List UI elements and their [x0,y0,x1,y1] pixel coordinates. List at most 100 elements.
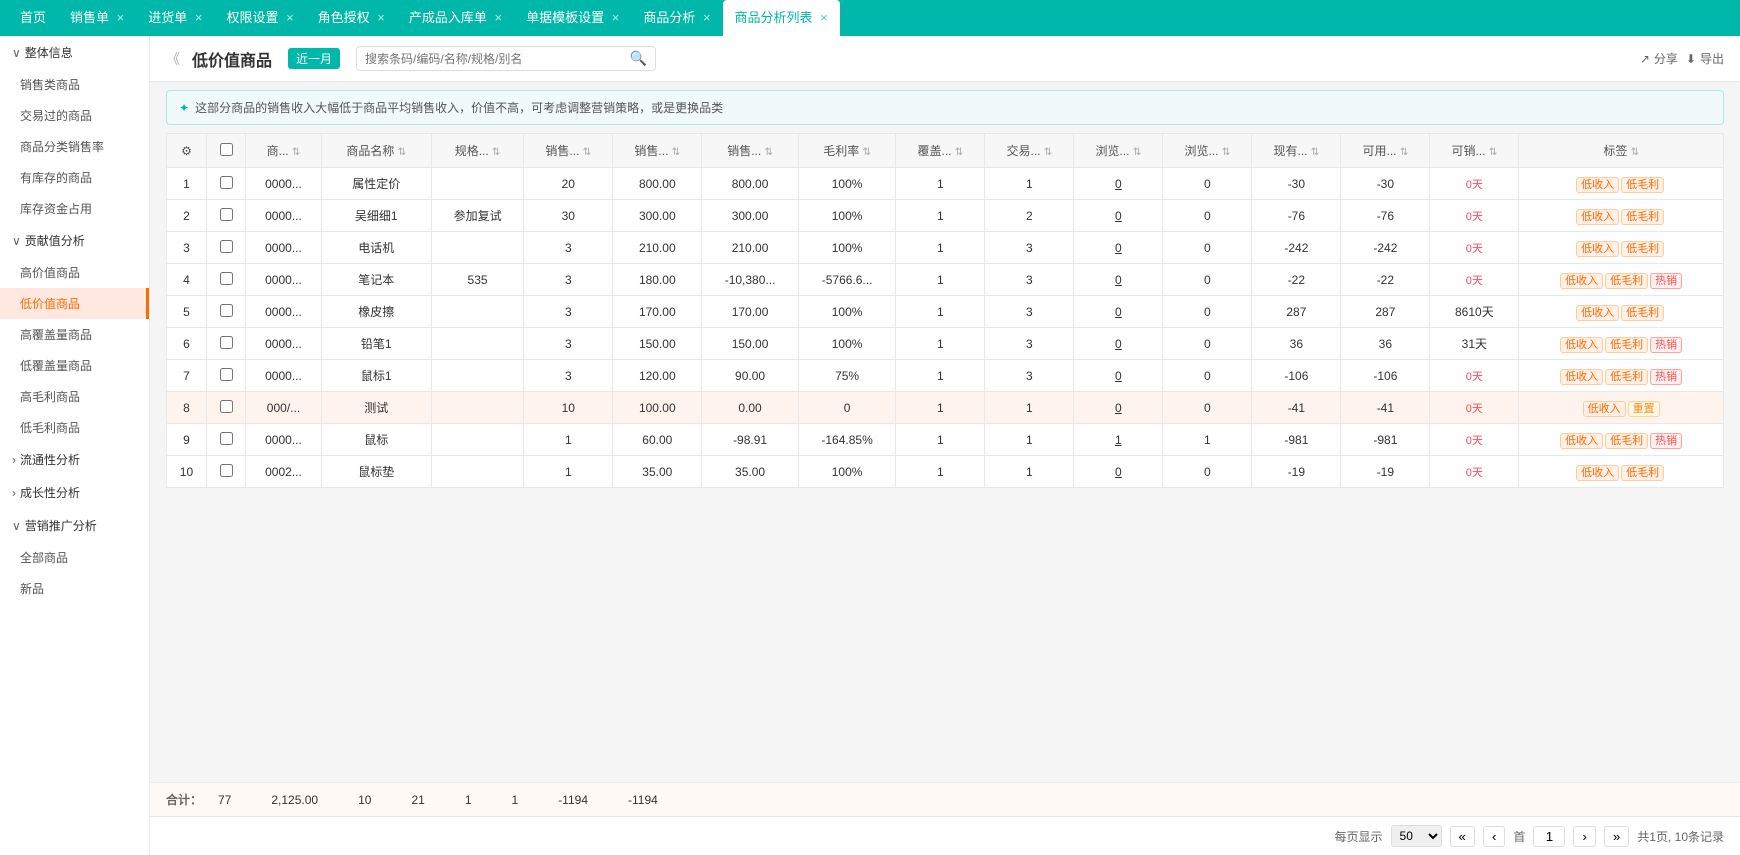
nav-permissions[interactable]: 权限设置 × [214,0,305,36]
row-select-checkbox[interactable] [220,176,233,189]
sidebar-item-stock-capital[interactable]: 库存资金占用 [0,193,149,224]
row-view1[interactable]: 1 [1074,424,1163,456]
row-checkbox[interactable] [206,424,245,456]
col-spec[interactable]: 规格... ⇅ [431,134,523,168]
sidebar-section-growth[interactable]: ›成长性分析 [0,476,149,509]
sidebar-item-sales-products[interactable]: 销售类商品 [0,69,149,100]
sidebar-item-category-sales-rate[interactable]: 商品分类销售率 [0,131,149,162]
sidebar-item-high-margin[interactable]: 高毛利商品 [0,381,149,412]
row-view1[interactable]: 0 [1074,232,1163,264]
next-page-button[interactable]: › [1573,826,1595,847]
sidebar-item-high-value[interactable]: 高价值商品 [0,257,149,288]
sidebar-section-contribution[interactable]: ∨贡献值分析 [0,224,149,257]
col-transaction[interactable]: 交易... ⇅ [985,134,1074,168]
col-tags[interactable]: 标签 ⇅ [1519,134,1724,168]
close-icon[interactable]: × [195,10,203,25]
share-button[interactable]: ↗ 分享 [1640,50,1678,67]
sidebar-section-marketing[interactable]: ∨营销推广分析 [0,509,149,542]
col-sellable-days[interactable]: 可销... ⇅ [1430,134,1519,168]
view1-link[interactable]: 0 [1115,305,1122,319]
row-checkbox[interactable] [206,456,245,488]
close-icon[interactable]: × [377,10,385,25]
row-view1[interactable]: 0 [1074,456,1163,488]
row-checkbox[interactable] [206,232,245,264]
view1-link[interactable]: 0 [1115,465,1122,479]
row-checkbox[interactable] [206,296,245,328]
row-view1[interactable]: 0 [1074,296,1163,328]
sidebar-item-low-value[interactable]: 低价值商品 [0,288,149,319]
col-view1[interactable]: 浏览... ⇅ [1074,134,1163,168]
col-setting[interactable]: ⚙ [167,134,207,168]
nav-product-analysis-list[interactable]: 商品分析列表 × [723,0,840,36]
col-margin[interactable]: 毛利率 ⇅ [798,134,896,168]
view1-link[interactable]: 0 [1115,369,1122,383]
row-checkbox[interactable] [206,200,245,232]
nav-role-auth[interactable]: 角色授权 × [306,0,397,36]
row-select-checkbox[interactable] [220,336,233,349]
row-select-checkbox[interactable] [220,240,233,253]
col-coverage[interactable]: 覆盖... ⇅ [896,134,985,168]
row-checkbox[interactable] [206,392,245,424]
row-view1[interactable]: 0 [1074,360,1163,392]
search-icon[interactable]: 🔍 [630,50,647,67]
col-checkbox-all[interactable] [206,134,245,168]
row-select-checkbox[interactable] [220,304,233,317]
sidebar-item-high-coverage[interactable]: 高覆盖量商品 [0,319,149,350]
col-sales-amt[interactable]: 销售... ⇅ [613,134,702,168]
row-select-checkbox[interactable] [220,464,233,477]
export-button[interactable]: ⬇ 导出 [1686,50,1724,67]
nav-purchase-order[interactable]: 进货单 × [136,0,214,36]
col-sales-qty[interactable]: 销售... ⇅ [524,134,613,168]
current-page-input[interactable] [1533,826,1565,847]
col-name[interactable]: 商品名称 ⇅ [321,134,431,168]
nav-product-inbound[interactable]: 产成品入库单 × [397,0,514,36]
col-code[interactable]: 商... ⇅ [246,134,321,168]
row-checkbox[interactable] [206,264,245,296]
select-all-checkbox[interactable] [220,143,233,156]
nav-product-analysis[interactable]: 商品分析 × [631,0,722,36]
sidebar-item-low-coverage[interactable]: 低覆盖量商品 [0,350,149,381]
view1-link[interactable]: 0 [1115,177,1122,191]
nav-home[interactable]: 首页 [8,0,58,36]
col-view2[interactable]: 浏览... ⇅ [1163,134,1252,168]
sidebar-collapse-button[interactable]: 《 [166,49,180,69]
row-select-checkbox[interactable] [220,400,233,413]
close-icon[interactable]: × [495,10,503,25]
sidebar-item-low-margin[interactable]: 低毛利商品 [0,412,149,443]
search-input[interactable] [365,52,630,66]
row-checkbox[interactable] [206,168,245,200]
prev-page-button[interactable]: ‹ [1483,826,1505,847]
nav-template-settings[interactable]: 单据模板设置 × [514,0,631,36]
row-checkbox[interactable] [206,360,245,392]
sidebar-section-liquidity[interactable]: ›流通性分析 [0,443,149,476]
view1-link[interactable]: 0 [1115,241,1122,255]
per-page-select[interactable]: 50 100 200 [1391,825,1442,847]
filter-tag-button[interactable]: 近一月 [288,48,340,69]
first-page-button[interactable]: « [1450,826,1475,847]
close-icon[interactable]: × [286,10,294,25]
sidebar-item-traded-products[interactable]: 交易过的商品 [0,100,149,131]
row-view1[interactable]: 0 [1074,200,1163,232]
sidebar-item-new-products[interactable]: 新品 [0,573,149,604]
col-current-stock[interactable]: 现有... ⇅ [1252,134,1341,168]
view1-link[interactable]: 0 [1115,337,1122,351]
row-select-checkbox[interactable] [220,432,233,445]
view1-link[interactable]: 0 [1115,273,1122,287]
row-view1[interactable]: 0 [1074,392,1163,424]
close-icon[interactable]: × [612,10,620,25]
row-select-checkbox[interactable] [220,368,233,381]
view1-link[interactable]: 1 [1115,433,1122,447]
col-sales-profit[interactable]: 销售... ⇅ [702,134,799,168]
row-view1[interactable]: 0 [1074,328,1163,360]
col-available-stock[interactable]: 可用... ⇅ [1341,134,1430,168]
last-page-button[interactable]: » [1604,826,1629,847]
sidebar-item-stocked-products[interactable]: 有库存的商品 [0,162,149,193]
row-view1[interactable]: 0 [1074,264,1163,296]
nav-sales-order[interactable]: 销售单 × [58,0,136,36]
view1-link[interactable]: 0 [1115,209,1122,223]
row-checkbox[interactable] [206,328,245,360]
sidebar-section-overall[interactable]: ∨整体信息 [0,36,149,69]
close-icon[interactable]: × [820,10,828,25]
row-select-checkbox[interactable] [220,272,233,285]
view1-link[interactable]: 0 [1115,401,1122,415]
